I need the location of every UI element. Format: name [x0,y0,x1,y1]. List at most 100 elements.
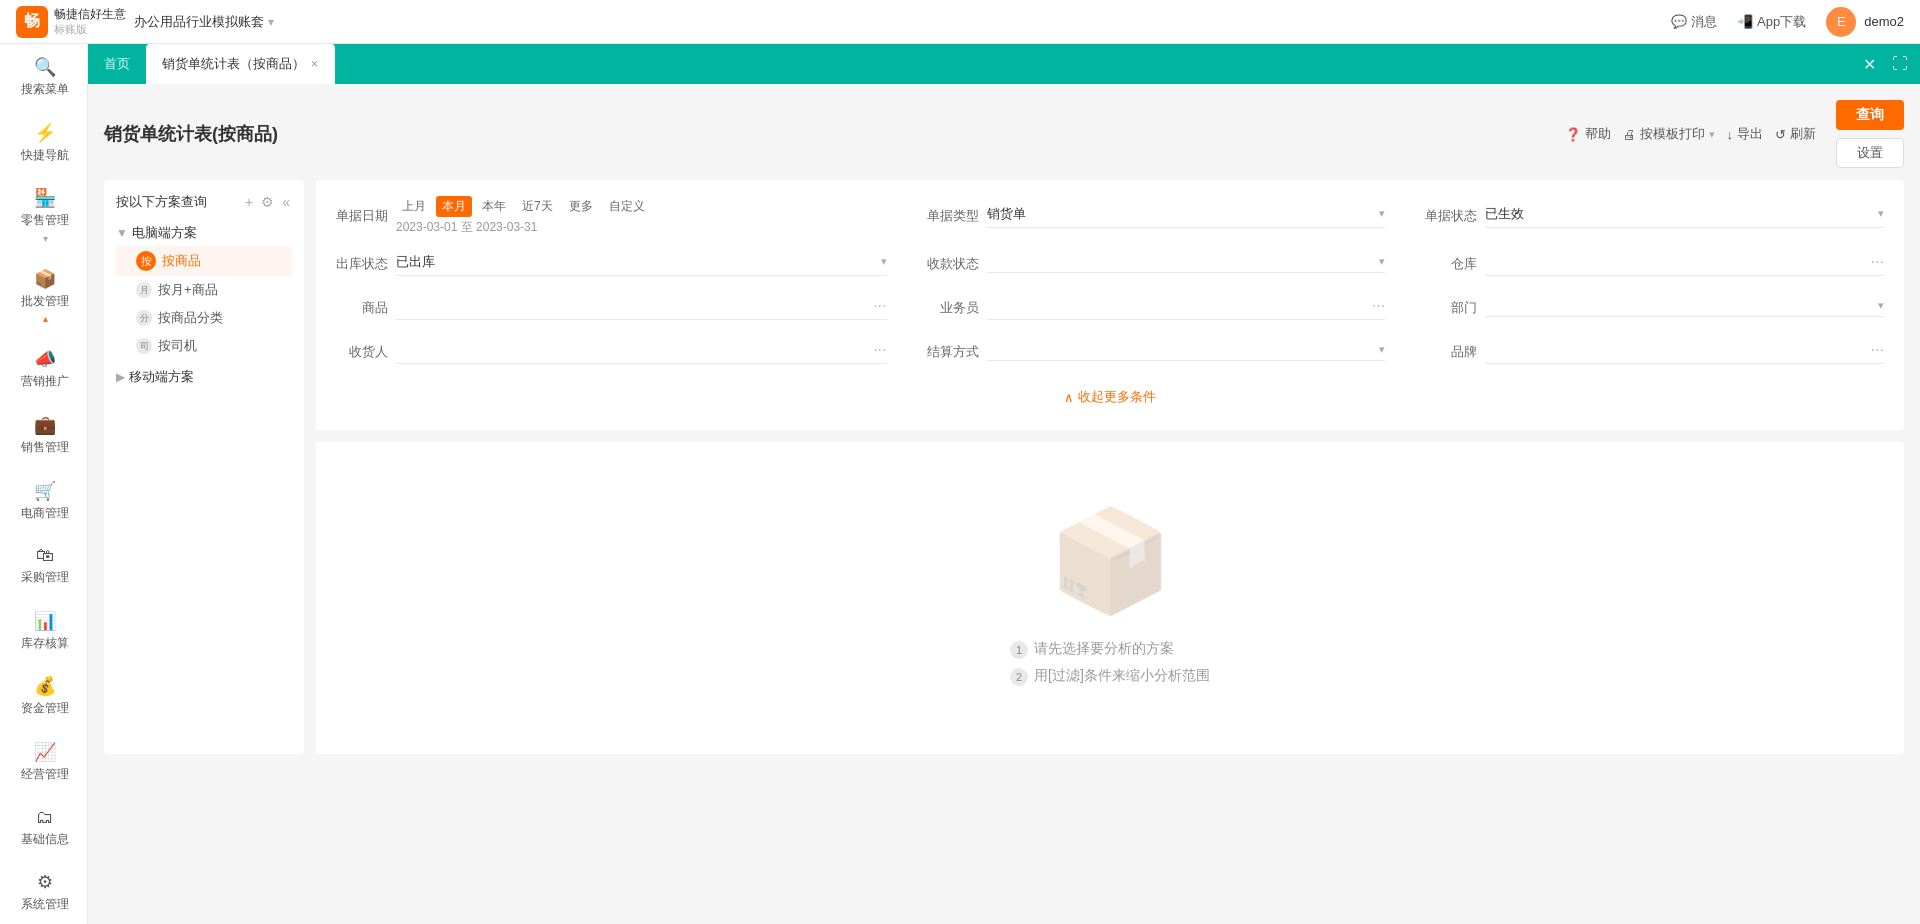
scheme-collapse-icon[interactable]: « [280,192,292,212]
user-name: demo2 [1864,14,1904,29]
avatar: E [1826,7,1856,37]
date-range-display: 2023-03-01 至 2023-03-31 [396,219,887,236]
filter-warehouse-control: ··· [1485,253,1884,276]
filter-out-status-select[interactable]: 已出库 ▾ [396,253,887,271]
message-label: 消息 [1691,13,1717,31]
workspace-selector[interactable]: 办公用品行业模拟账套 ▾ [134,13,274,31]
sidebar-item-marketing[interactable]: 📣 营销推广 [0,336,87,402]
sidebar: 🔍 搜索菜单 ⚡ 快捷导航 🏪 零售管理 ▾ 📦 批发管理 ▴ 📣 营销推广 💼… [0,44,88,924]
scheme-item-by-product[interactable]: 按 按商品 [116,246,292,276]
add-scheme-button[interactable]: + [243,192,255,212]
date-shortcut-this-year[interactable]: 本年 [476,196,512,217]
date-shortcut-more[interactable]: 更多 [563,196,599,217]
doc-type-arrow-icon: ▾ [1379,207,1385,220]
date-shortcut-prev-month[interactable]: 上月 [396,196,432,217]
filter-settlement-select[interactable]: ▾ [987,343,1386,356]
filter-settlement-control: ▾ [987,343,1386,361]
filter-doc-status-select[interactable]: 已生效 ▾ [1485,205,1884,223]
empty-hint-text-2: 用[过滤]条件来缩小分析范围 [1034,667,1210,685]
sidebar-item-purchase[interactable]: 🛍 采购管理 [0,533,87,598]
scheme-settings-icon[interactable]: ⚙ [259,192,276,212]
sidebar-item-quick-nav[interactable]: ⚡ 快捷导航 [0,110,87,176]
filter-row-3: 商品 ··· 业务 [336,292,1884,324]
logo-area: 畅 畅捷信好生意 标账版 [16,6,126,38]
filter-salesperson-control: ··· [987,297,1386,320]
filter-salesperson-select[interactable]: ··· [987,297,1386,315]
filter-item-out-status: 出库状态 已出库 ▾ [336,248,887,280]
tab-home[interactable]: 首页 [88,44,146,84]
scheme-panel-header: 按以下方案查询 + ⚙ « [116,192,292,212]
template-print-button[interactable]: 🖨 按模板打印 ▾ [1623,125,1715,143]
scheme-item-by-driver[interactable]: 司 按司机 [116,332,292,360]
app-download-action[interactable]: 📲 App下载 [1737,13,1806,31]
scheme-item-label-by-product: 按商品 [162,252,201,270]
maximize-window-icon[interactable]: ⛶ [1888,51,1912,77]
operations-icon: 📈 [34,741,56,763]
settlement-arrow-icon: ▾ [1379,343,1385,356]
filter-item-salesperson: 业务员 ··· [927,292,1386,324]
filter-doc-type-select[interactable]: 销货单 ▾ [987,205,1386,223]
filter-out-status-control: 已出库 ▾ [396,253,887,276]
filter-out-status-value: 已出库 [396,253,435,271]
date-shortcut-custom[interactable]: 自定义 [603,196,651,217]
scheme-item-icon-by-product: 按 [136,251,156,271]
filter-recipient-select[interactable]: ··· [396,341,887,359]
logo-icon: 畅 [16,6,48,38]
workspace-arrow-icon: ▾ [268,15,274,29]
filter-payment-status-select[interactable]: ▾ [987,255,1386,268]
scheme-item-by-month-product[interactable]: 月 按月+商品 [116,276,292,304]
scheme-group-mobile-title[interactable]: ▶ 移动端方案 [116,364,292,390]
filter-salesperson-label: 业务员 [927,299,987,317]
sidebar-item-system[interactable]: ⚙ 系统管理 [0,859,87,924]
export-button[interactable]: ↓ 导出 [1727,125,1764,143]
filter-brand-select[interactable]: ··· [1485,341,1884,359]
header-left: 畅 畅捷信好生意 标账版 办公用品行业模拟账套 ▾ [16,6,274,38]
warehouse-dots-icon: ··· [1871,253,1884,271]
scheme-group-desktop-title[interactable]: ▼ 电脑端方案 [116,220,292,246]
message-action[interactable]: 💬 消息 [1671,13,1717,31]
sidebar-label-system: 系统管理 [21,897,69,913]
settings-button[interactable]: 设置 [1836,138,1904,168]
tab-close-icon[interactable]: × [311,57,318,71]
template-print-label: 按模板打印 [1640,125,1705,143]
filter-doc-type-control: 销货单 ▾ [987,205,1386,228]
sidebar-item-sales[interactable]: 💼 销售管理 [0,402,87,468]
sidebar-item-ecom[interactable]: 🛒 电商管理 [0,468,87,534]
scheme-panel-actions: + ⚙ « [243,192,292,212]
tab-sales-stats[interactable]: 销货单统计表（按商品） × [146,44,335,84]
ecom-icon: 🛒 [34,480,56,502]
sidebar-item-operations[interactable]: 📈 经营管理 [0,729,87,795]
filter-payment-status-control: ▾ [987,255,1386,273]
date-shortcuts-row: 上月 本月 本年 近7天 更多 自定义 [396,196,887,217]
sidebar-label-ecom: 电商管理 [21,506,69,522]
help-button[interactable]: ❓ 帮助 [1565,125,1611,143]
filter-product-select[interactable]: ··· [396,297,887,315]
collapse-label: 收起更多条件 [1078,388,1156,406]
sidebar-item-finance[interactable]: 💰 资金管理 [0,663,87,729]
collapse-more-conditions-button[interactable]: ∧ 收起更多条件 [336,380,1884,414]
close-window-icon[interactable]: ✕ [1859,51,1880,78]
inventory-icon: 📊 [34,610,56,632]
filter-department-select[interactable]: ▾ [1485,299,1884,312]
scheme-item-by-category[interactable]: 分 按商品分类 [116,304,292,332]
refresh-button[interactable]: ↺ 刷新 [1775,125,1816,143]
empty-state-illustration: 📦 [1048,502,1173,620]
sidebar-item-search-menu[interactable]: 🔍 搜索菜单 [0,44,87,110]
filter-warehouse-select[interactable]: ··· [1485,253,1884,271]
sidebar-item-wholesale[interactable]: 📦 批发管理 ▴ [0,256,87,337]
sidebar-item-base[interactable]: 🗂 基础信息 [0,795,87,860]
sidebar-label-search-menu: 搜索菜单 [21,82,69,98]
user-area[interactable]: E demo2 [1826,7,1904,37]
filter-department-control: ▾ [1485,299,1884,317]
empty-hint-2: 2 用[过滤]条件来缩小分析范围 [1010,667,1210,686]
sidebar-item-retail[interactable]: 🏪 零售管理 ▾ [0,175,87,256]
sidebar-item-inventory[interactable]: 📊 库存核算 [0,598,87,664]
tab-home-label: 首页 [104,55,130,73]
empty-hint-1: 1 请先选择要分析的方案 [1010,640,1210,659]
right-panel: 单据日期 上月 本月 本年 近7天 更多 自定义 [316,180,1904,754]
date-shortcut-7days[interactable]: 近7天 [516,196,559,217]
date-shortcut-this-month[interactable]: 本月 [436,196,472,217]
query-button[interactable]: 查询 [1836,100,1904,130]
scheme-group-arrow-icon: ▼ [116,226,128,240]
filter-item-date: 单据日期 上月 本月 本年 近7天 更多 自定义 [336,196,887,236]
